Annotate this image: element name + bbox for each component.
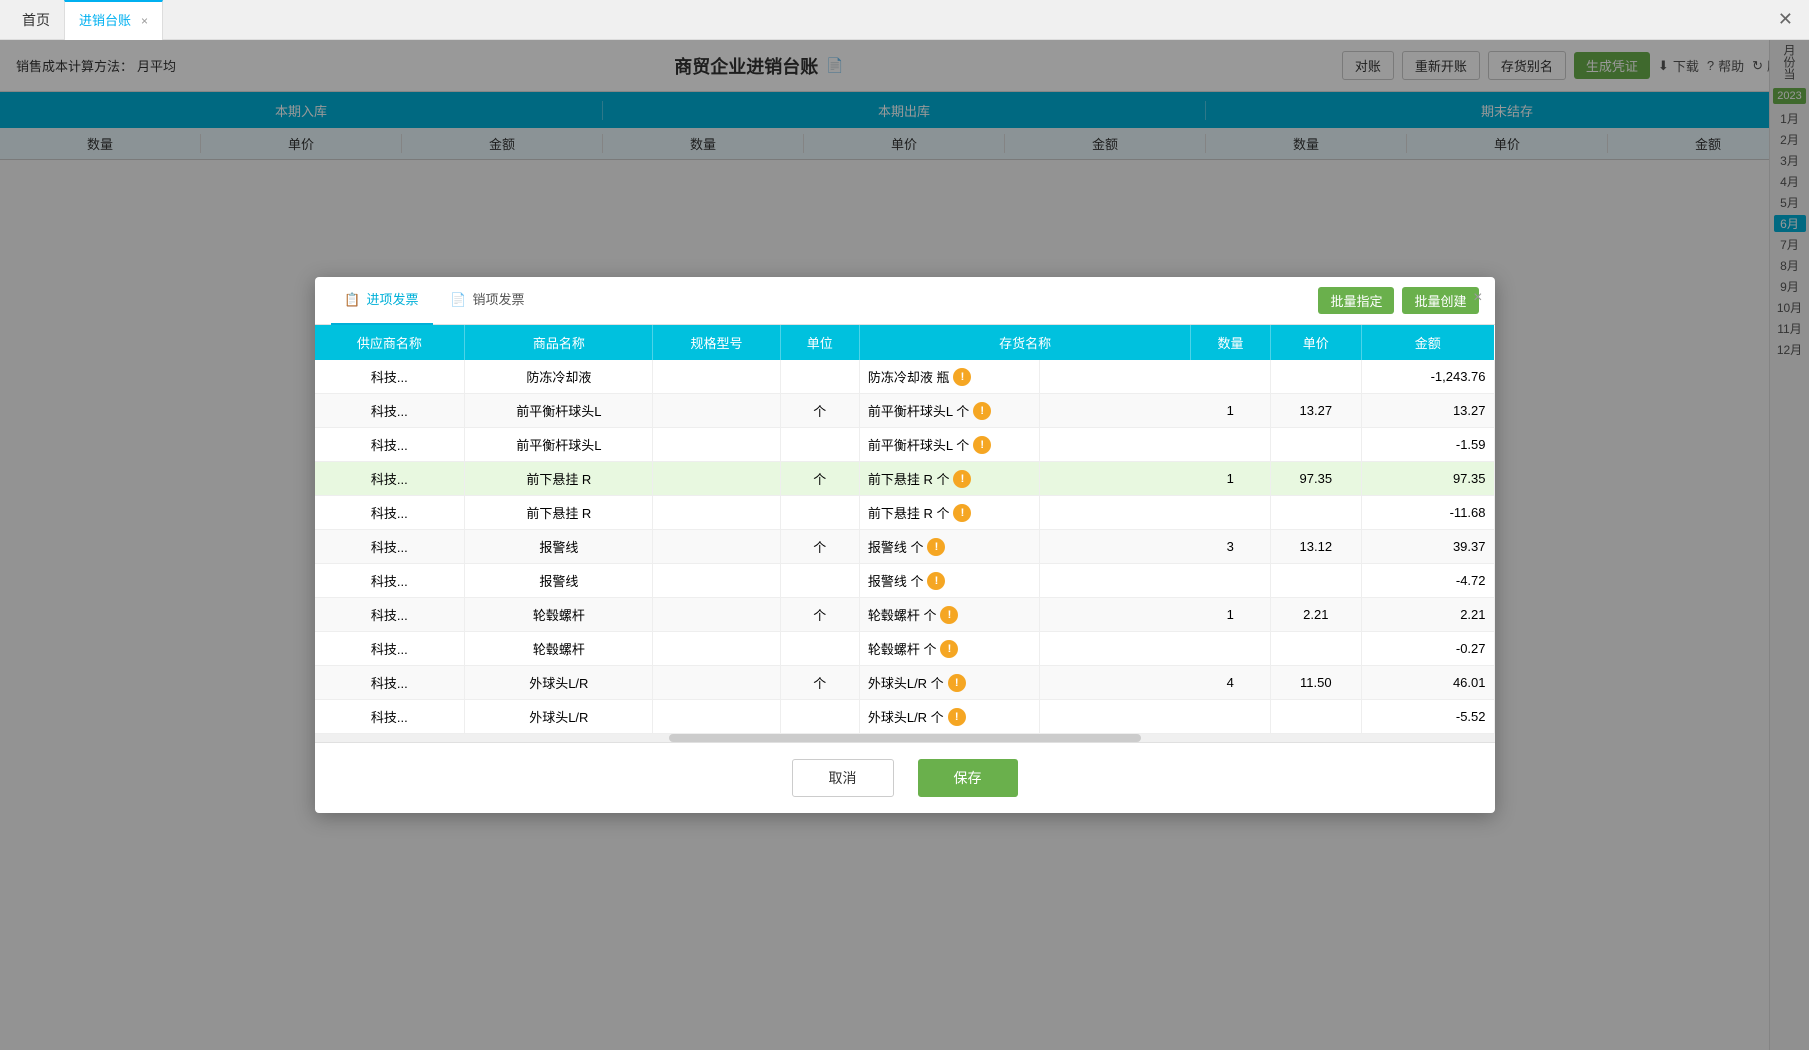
tab-outbound-invoice[interactable]: 📄 销项发票 — [437, 277, 539, 325]
table-row[interactable]: 科技...报警线个报警线 个!313.1239.37 — [315, 530, 1495, 564]
invoice-icon: 📋 — [345, 292, 361, 308]
cancel-button[interactable]: 取消 — [792, 759, 894, 797]
modal-table-wrap[interactable]: 供应商名称 商品名称 规格型号 单位 存货名称 数量 单价 金额 科技...防冻… — [315, 325, 1495, 742]
tab-inbound-label: 进项发票 — [367, 276, 419, 324]
table-row[interactable]: 科技...防冻冷却液防冻冷却液 瓶!-1,243.76 — [315, 360, 1495, 394]
modal-table: 供应商名称 商品名称 规格型号 单位 存货名称 数量 单价 金额 科技...防冻… — [315, 325, 1495, 734]
modal-header: 📋 进项发票 📄 销项发票 批量指定 批量创建 × — [315, 277, 1495, 325]
scrollbar-thumb — [669, 734, 1141, 742]
window-close-button[interactable]: ✕ — [1778, 9, 1793, 29]
warning-icon: ! — [953, 504, 971, 522]
table-row[interactable]: 科技...轮毂螺杆轮毂螺杆 个!-0.27 — [315, 632, 1495, 666]
col-unit: 单位 — [780, 325, 859, 360]
col-quantity: 数量 — [1191, 325, 1270, 360]
col-supplier: 供应商名称 — [315, 325, 465, 360]
warning-icon: ! — [953, 368, 971, 386]
top-bar-right: ✕ — [1778, 9, 1801, 30]
top-bar: 首页 进销台账 × ✕ — [0, 0, 1809, 40]
table-header-row: 供应商名称 商品名称 规格型号 单位 存货名称 数量 单价 金额 — [315, 325, 1495, 360]
modal-header-actions: 批量指定 批量创建 — [1318, 287, 1478, 314]
col-unit-price: 单价 — [1270, 325, 1361, 360]
batch-assign-button[interactable]: 批量指定 — [1318, 287, 1394, 314]
table-row[interactable]: 科技...前平衡杆球头L个前平衡杆球头L 个!113.2713.27 — [315, 394, 1495, 428]
col-amount: 金额 — [1361, 325, 1494, 360]
modal-footer: 取消 保存 — [315, 742, 1495, 813]
warning-icon: ! — [973, 436, 991, 454]
col-product-name: 商品名称 — [465, 325, 653, 360]
save-button[interactable]: 保存 — [918, 759, 1018, 797]
horizontal-scrollbar[interactable] — [315, 734, 1495, 742]
main-content: 销售成本计算方法： 月平均 商贸企业进销台账 📄 对账 重新开账 存货别名 生成… — [0, 40, 1809, 1050]
table-row[interactable]: 科技...轮毂螺杆个轮毂螺杆 个!12.212.21 — [315, 598, 1495, 632]
table-row[interactable]: 科技...报警线报警线 个!-4.72 — [315, 564, 1495, 598]
tab-outbound-label: 销项发票 — [473, 276, 525, 324]
warning-icon: ! — [953, 470, 971, 488]
warning-icon: ! — [940, 606, 958, 624]
active-tab-label: 进销台账 — [79, 2, 131, 40]
tab-active[interactable]: 进销台账 × — [64, 0, 163, 40]
warning-icon: ! — [973, 402, 991, 420]
batch-create-button[interactable]: 批量创建 — [1402, 287, 1478, 314]
warning-icon: ! — [948, 674, 966, 692]
table-row[interactable]: 科技...外球头L/R外球头L/R 个!-5.52 — [315, 700, 1495, 734]
col-inventory-name: 存货名称 — [859, 325, 1191, 360]
modal-dialog: 📋 进项发票 📄 销项发票 批量指定 批量创建 × — [315, 277, 1495, 813]
modal-overlay: 📋 进项发票 📄 销项发票 批量指定 批量创建 × — [0, 40, 1809, 1050]
tab-home[interactable]: 首页 — [8, 0, 64, 40]
tab-close-icon[interactable]: × — [141, 2, 148, 40]
warning-icon: ! — [940, 640, 958, 658]
table-row[interactable]: 科技...前下悬挂 R个前下悬挂 R 个!197.3597.35 — [315, 462, 1495, 496]
table-row[interactable]: 科技...外球头L/R个外球头L/R 个!411.5046.01 — [315, 666, 1495, 700]
warning-icon: ! — [927, 572, 945, 590]
tab-inbound-invoice[interactable]: 📋 进项发票 — [331, 277, 433, 325]
warning-icon: ! — [948, 708, 966, 726]
col-spec: 规格型号 — [653, 325, 780, 360]
modal-close-button[interactable]: × — [1473, 289, 1482, 307]
warning-icon: ! — [927, 538, 945, 556]
table-row[interactable]: 科技...前下悬挂 R前下悬挂 R 个!-11.68 — [315, 496, 1495, 530]
table-row[interactable]: 科技...前平衡杆球头L前平衡杆球头L 个!-1.59 — [315, 428, 1495, 462]
outbound-icon: 📄 — [451, 292, 467, 308]
